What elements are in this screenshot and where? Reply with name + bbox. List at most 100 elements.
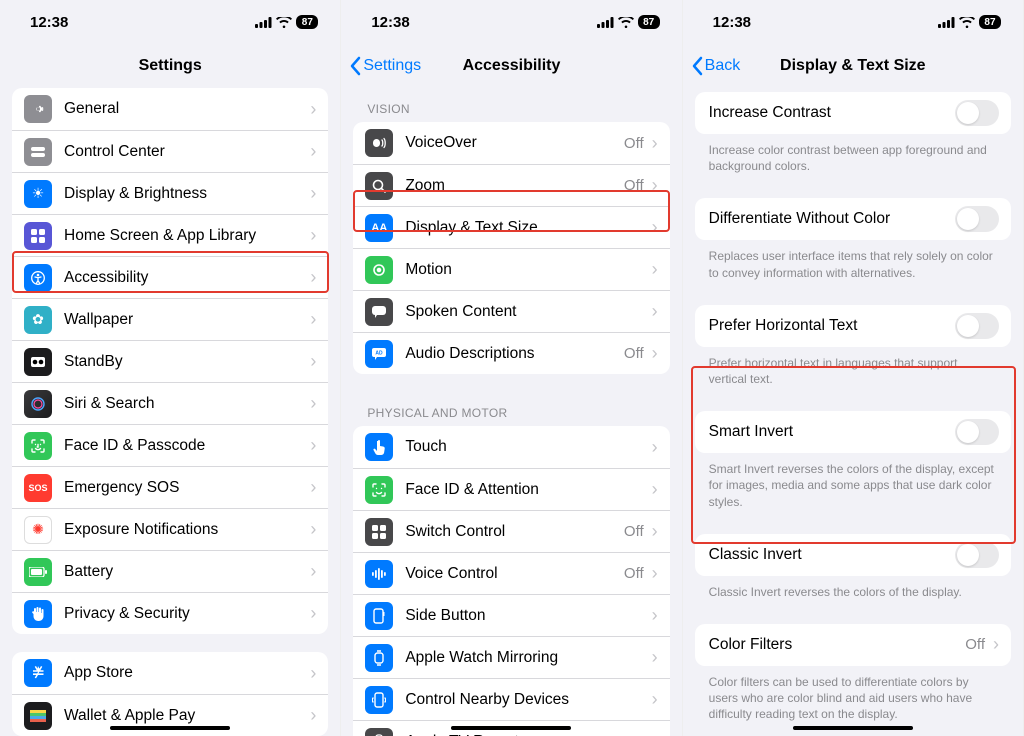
row-display-text-size[interactable]: AA Display & Text Size › [353, 206, 669, 248]
row-label: Audio Descriptions [405, 345, 624, 363]
chevron-right-icon: › [310, 267, 316, 288]
row-increase-contrast[interactable]: Increase Contrast [695, 92, 1011, 134]
chevron-right-icon: › [310, 351, 316, 372]
row-label: Privacy & Security [64, 605, 308, 623]
group-color-filters: Color Filters Off › [695, 624, 1011, 666]
home-indicator[interactable] [451, 726, 571, 731]
motion-icon [365, 256, 393, 284]
touch-icon [365, 433, 393, 461]
row-label: App Store [64, 664, 308, 682]
page-title: Display & Text Size [780, 57, 926, 75]
back-button[interactable]: Settings [349, 56, 421, 76]
row-label: Voice Control [405, 565, 624, 583]
textsize-icon: AA [365, 214, 393, 242]
row-home-screen[interactable]: Home Screen & App Library › [12, 214, 328, 256]
home-indicator[interactable] [110, 726, 230, 731]
row-audio-descriptions[interactable]: AD Audio Descriptions Off › [353, 332, 669, 374]
row-standby[interactable]: StandBy › [12, 340, 328, 382]
toggle-increase-contrast[interactable] [955, 100, 999, 126]
row-label: Home Screen & App Library [64, 227, 308, 245]
row-watch-mirroring[interactable]: Apple Watch Mirroring › [353, 636, 669, 678]
toggle-diff-color[interactable] [955, 206, 999, 232]
row-general[interactable]: General › [12, 88, 328, 130]
settings-group-1: General › Control Center › ☀︎ Display & … [12, 88, 328, 634]
side-button-icon [365, 602, 393, 630]
toggle-smart-invert[interactable] [955, 419, 999, 445]
row-face-attention[interactable]: Face ID & Attention › [353, 468, 669, 510]
row-label: Side Button [405, 607, 649, 625]
voice-control-icon [365, 560, 393, 588]
home-indicator[interactable] [793, 726, 913, 731]
row-voice-control[interactable]: Voice Control Off › [353, 552, 669, 594]
row-value: Off [965, 636, 985, 653]
row-label: Motion [405, 261, 649, 279]
group-physical: Touch › Face ID & Attention › Switch Con… [353, 426, 669, 736]
row-privacy[interactable]: Privacy & Security › [12, 592, 328, 634]
row-display-brightness[interactable]: ☀︎ Display & Brightness › [12, 172, 328, 214]
row-accessibility[interactable]: Accessibility › [12, 256, 328, 298]
row-voiceover[interactable]: VoiceOver Off › [353, 122, 669, 164]
row-horiz-text[interactable]: Prefer Horizontal Text [695, 305, 1011, 347]
row-label: StandBy [64, 353, 308, 371]
clock-icon [24, 348, 52, 376]
row-diff-color[interactable]: Differentiate Without Color [695, 198, 1011, 240]
chevron-right-icon: › [652, 343, 658, 364]
siri-icon [24, 390, 52, 418]
row-nearby-devices[interactable]: Control Nearby Devices › [353, 678, 669, 720]
page-title: Settings [139, 57, 202, 75]
group-classic-invert: Classic Invert [695, 534, 1011, 576]
screen-accessibility: 12:38 87 Settings Accessibility VISION V… [341, 0, 682, 736]
group-diff-color: Differentiate Without Color [695, 198, 1011, 240]
accessibility-list[interactable]: VISION VoiceOver Off › Zoom Off › AA Dis… [341, 88, 681, 736]
row-touch[interactable]: Touch › [353, 426, 669, 468]
row-battery[interactable]: Battery › [12, 550, 328, 592]
back-button[interactable]: Back [691, 56, 741, 76]
displaytext-list[interactable]: Increase Contrast Increase color contras… [683, 88, 1023, 736]
chevron-right-icon: › [652, 133, 658, 154]
row-faceid[interactable]: Face ID & Passcode › [12, 424, 328, 466]
battery-row-icon [24, 558, 52, 586]
chevron-right-icon: › [652, 259, 658, 280]
switch-icon [365, 518, 393, 546]
sos-icon: SOS [24, 474, 52, 502]
row-color-filters[interactable]: Color Filters Off › [695, 624, 1011, 666]
section-physical-header: PHYSICAL AND MOTOR [353, 392, 669, 426]
flower-icon: ✿ [24, 306, 52, 334]
row-smart-invert[interactable]: Smart Invert [695, 411, 1011, 453]
row-control-center[interactable]: Control Center › [12, 130, 328, 172]
row-zoom[interactable]: Zoom Off › [353, 164, 669, 206]
settings-list[interactable]: General › Control Center › ☀︎ Display & … [0, 88, 340, 736]
row-exposure[interactable]: ✺ Exposure Notifications › [12, 508, 328, 550]
status-indicators: 87 [255, 15, 318, 29]
chevron-right-icon: › [310, 603, 316, 624]
row-spoken-content[interactable]: Spoken Content › [353, 290, 669, 332]
row-classic-invert[interactable]: Classic Invert [695, 534, 1011, 576]
cellular-icon [255, 17, 272, 28]
chevron-right-icon: › [652, 521, 658, 542]
footer-smart-invert: Smart Invert reverses the colors of the … [695, 457, 1011, 522]
row-switch-control[interactable]: Switch Control Off › [353, 510, 669, 552]
switches-icon [24, 138, 52, 166]
row-label: Differentiate Without Color [709, 210, 955, 228]
watch-icon [365, 644, 393, 672]
row-side-button[interactable]: Side Button › [353, 594, 669, 636]
chevron-left-icon [349, 56, 361, 76]
footer-diff-color: Replaces user interface items that rely … [695, 244, 1011, 292]
chevron-right-icon: › [310, 705, 316, 726]
chevron-right-icon: › [652, 175, 658, 196]
row-motion[interactable]: Motion › [353, 248, 669, 290]
row-label: Zoom [405, 177, 624, 195]
row-sos[interactable]: SOS Emergency SOS › [12, 466, 328, 508]
wallet-icon [24, 702, 52, 730]
row-siri[interactable]: Siri & Search › [12, 382, 328, 424]
row-appstore[interactable]: App Store › [12, 652, 328, 694]
chevron-right-icon: › [652, 731, 658, 736]
chevron-right-icon: › [310, 435, 316, 456]
voiceover-icon [365, 129, 393, 157]
row-wallpaper[interactable]: ✿ Wallpaper › [12, 298, 328, 340]
back-label: Settings [363, 57, 421, 75]
status-bar: 12:38 87 [683, 0, 1023, 44]
row-value: Off [624, 565, 644, 582]
toggle-classic-invert[interactable] [955, 542, 999, 568]
toggle-horiz-text[interactable] [955, 313, 999, 339]
